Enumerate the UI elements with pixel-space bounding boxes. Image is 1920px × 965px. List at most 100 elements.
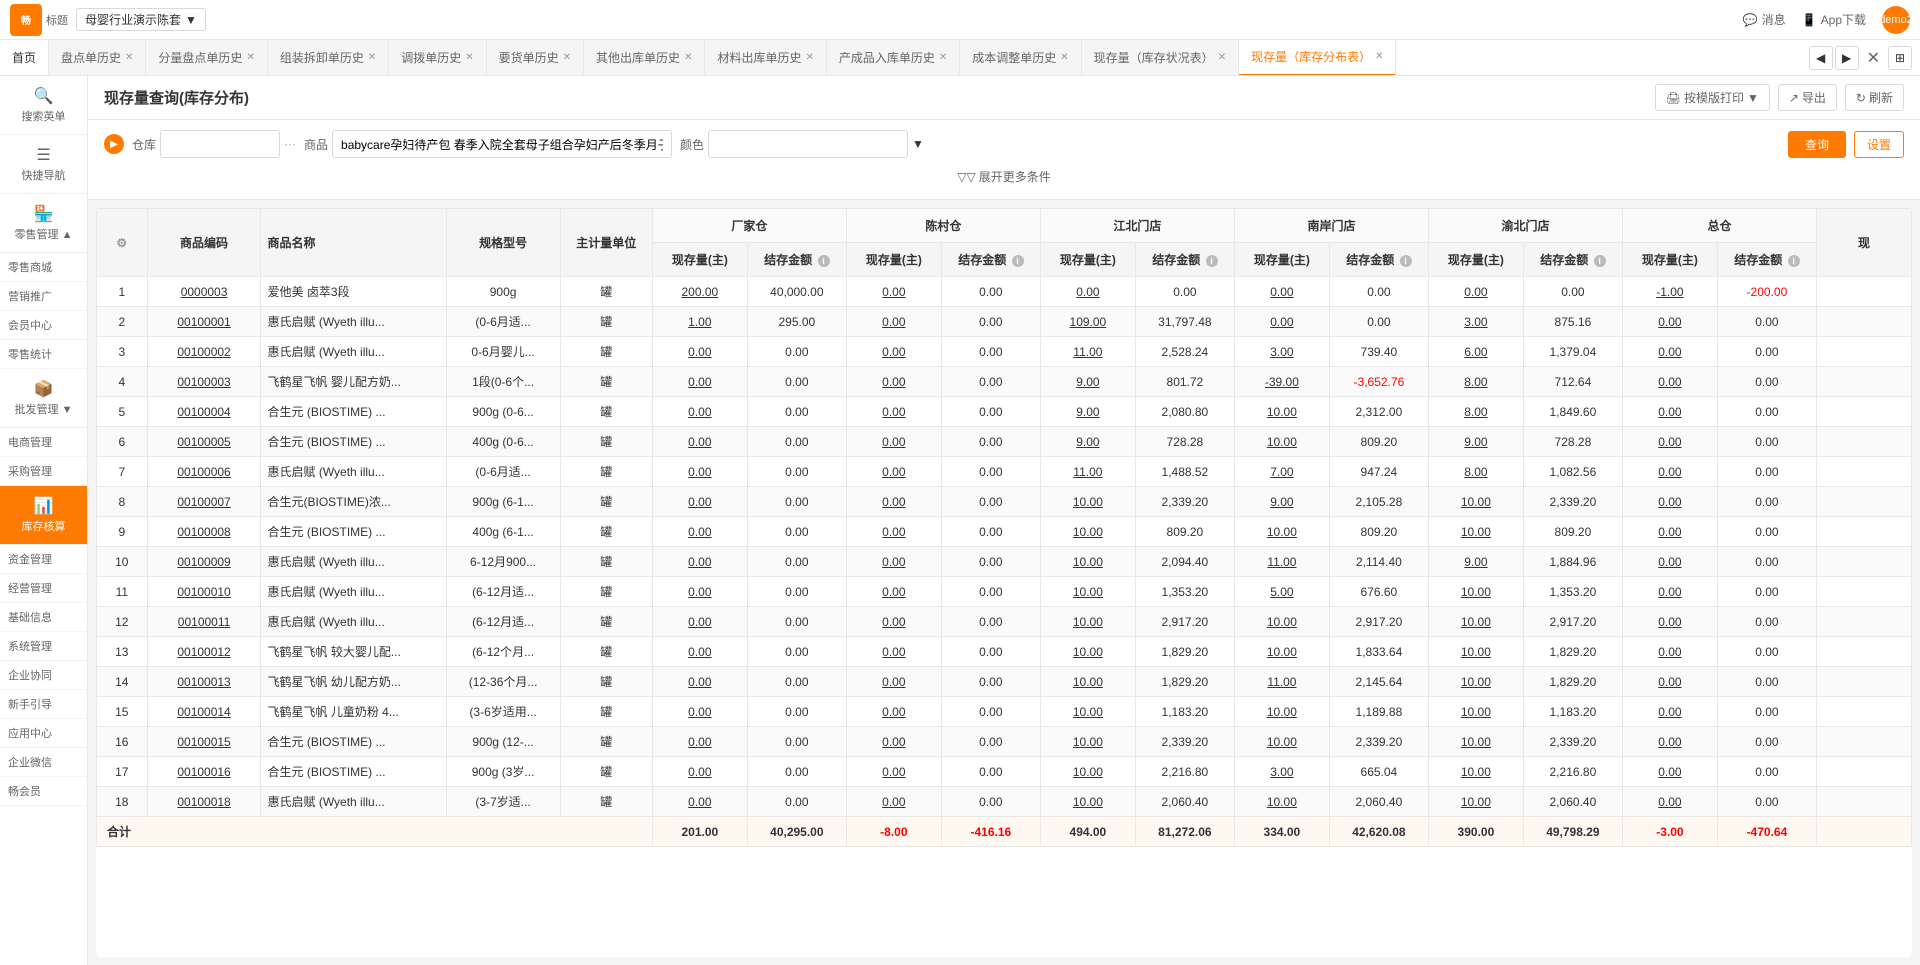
code-link[interactable]: 00100015 bbox=[177, 735, 230, 749]
tab-product-in[interactable]: 产成品入库单历史 ✕ bbox=[827, 40, 960, 76]
code-link[interactable]: 00100010 bbox=[177, 585, 230, 599]
refresh-btn[interactable]: ↻ 刷新 bbox=[1845, 84, 1904, 111]
cell-j-amount: 801.72 bbox=[1135, 367, 1234, 397]
settings-icon[interactable]: ⚙ bbox=[116, 236, 127, 250]
code-link[interactable]: 00100002 bbox=[177, 345, 230, 359]
code-link[interactable]: 00100004 bbox=[177, 405, 230, 419]
code-link[interactable]: 00100001 bbox=[177, 315, 230, 329]
sidebar-sub-basic[interactable]: 基础信息 bbox=[0, 603, 87, 632]
tab-material-out[interactable]: 材料出库单历史 ✕ bbox=[705, 40, 826, 76]
info-icon[interactable]: i bbox=[1012, 255, 1024, 267]
toggle-arrow-btn[interactable]: ▶ bbox=[104, 134, 124, 154]
info-icon[interactable]: i bbox=[1788, 255, 1800, 267]
expand-conditions-btn[interactable]: ▽▽ 展开更多条件 bbox=[949, 164, 1058, 189]
tab-close-icon[interactable]: ✕ bbox=[1375, 51, 1383, 62]
tab-close-icon[interactable]: ✕ bbox=[684, 52, 692, 63]
sidebar-sub-apps[interactable]: 应用中心 bbox=[0, 719, 87, 748]
info-icon[interactable]: i bbox=[1594, 255, 1606, 267]
cell-unit: 罐 bbox=[560, 667, 652, 697]
warehouse-dots[interactable]: ··· bbox=[284, 137, 296, 151]
tab-sub-count[interactable]: 分量盘点单历史 ✕ bbox=[146, 40, 267, 76]
tab-assembly[interactable]: 组装拆卸单历史 ✕ bbox=[268, 40, 389, 76]
org-selector[interactable]: 母婴行业演示陈套 ▼ bbox=[76, 8, 206, 31]
sidebar-item-retail[interactable]: 🏪 零售管理 ▲ bbox=[0, 194, 87, 253]
code-link[interactable]: 00100018 bbox=[177, 795, 230, 809]
cell-n-amount: 0.00 bbox=[1329, 307, 1428, 337]
tab-close-icon[interactable]: ✕ bbox=[563, 52, 571, 63]
tab-cost-adjust[interactable]: 成本调整单历史 ✕ bbox=[960, 40, 1081, 76]
sidebar-item-inventory[interactable]: 📊 库存核算 bbox=[0, 486, 87, 545]
sidebar-sub-mall[interactable]: 零售商城 bbox=[0, 253, 87, 282]
cell-code: 00100005 bbox=[147, 427, 261, 457]
settings-btn[interactable]: 设置 bbox=[1854, 131, 1904, 158]
tab-expand-btn[interactable]: ⊞ bbox=[1888, 46, 1912, 70]
tab-close-icon[interactable]: ✕ bbox=[246, 52, 254, 63]
sidebar-item-nav[interactable]: ☰ 快捷导航 bbox=[0, 135, 87, 194]
app-download-action[interactable]: 📱 App下载 bbox=[1802, 11, 1866, 28]
tab-home[interactable]: 首页 bbox=[0, 40, 49, 76]
export-btn[interactable]: ↗ 导出 bbox=[1778, 84, 1837, 111]
tab-close-icon[interactable]: ✕ bbox=[1060, 52, 1068, 63]
tab-stock-status[interactable]: 现存量（库存状况表） ✕ bbox=[1082, 40, 1239, 76]
message-action[interactable]: 💬 消息 bbox=[1743, 11, 1786, 28]
goods-input[interactable] bbox=[332, 130, 672, 158]
sidebar-sub-stats[interactable]: 零售统计 bbox=[0, 340, 87, 369]
sidebar-sub-marketing[interactable]: 营销推广 bbox=[0, 282, 87, 311]
cell-f-amount: 0.00 bbox=[747, 427, 846, 457]
code-link[interactable]: 00100013 bbox=[177, 675, 230, 689]
code-link[interactable]: 00100007 bbox=[177, 495, 230, 509]
info-icon[interactable]: i bbox=[818, 255, 830, 267]
code-link[interactable]: 0000003 bbox=[181, 285, 228, 299]
code-link[interactable]: 00100011 bbox=[178, 615, 231, 629]
avatar[interactable]: demo2 bbox=[1882, 6, 1910, 34]
sidebar-item-wholesale[interactable]: 📦 批发管理 ▼ bbox=[0, 369, 87, 428]
tab-next-btn[interactable]: ▶ bbox=[1835, 46, 1859, 70]
tab-transfer[interactable]: 调拨单历史 ✕ bbox=[389, 40, 486, 76]
tab-close-icon[interactable]: ✕ bbox=[1218, 52, 1226, 63]
sidebar-item-search[interactable]: 🔍 搜索英单 bbox=[0, 76, 87, 135]
sidebar-sub-guide[interactable]: 新手引导 bbox=[0, 690, 87, 719]
info-icon[interactable]: i bbox=[1400, 255, 1412, 267]
cell-code: 00100011 bbox=[147, 607, 261, 637]
color-input[interactable] bbox=[708, 130, 908, 158]
info-icon[interactable]: i bbox=[1206, 255, 1218, 267]
sidebar-sub-collab[interactable]: 企业协同 bbox=[0, 661, 87, 690]
sidebar-sub-operation[interactable]: 经营管理 bbox=[0, 574, 87, 603]
sidebar-sub-wechat[interactable]: 企业微信 bbox=[0, 748, 87, 777]
cell-extra bbox=[1816, 517, 1911, 547]
cell-f-amount: 0.00 bbox=[747, 577, 846, 607]
query-btn[interactable]: 查询 bbox=[1788, 131, 1846, 158]
tab-close-icon[interactable]: ✕ bbox=[125, 52, 133, 63]
cell-c-stock: 0.00 bbox=[846, 607, 941, 637]
print-btn[interactable]: 🖨 按模版打印 ▼ bbox=[1655, 84, 1770, 111]
cell-t-stock: 0.00 bbox=[1622, 427, 1717, 457]
tab-close-icon[interactable]: ✕ bbox=[465, 52, 473, 63]
tab-inventory-count[interactable]: 盘点单历史 ✕ bbox=[49, 40, 146, 76]
code-link[interactable]: 00100003 bbox=[177, 375, 230, 389]
sidebar-sub-member2[interactable]: 畅会员 bbox=[0, 777, 87, 806]
code-link[interactable]: 00100006 bbox=[177, 465, 230, 479]
tab-close-icon[interactable]: ✕ bbox=[805, 52, 813, 63]
cell-j-stock: 10.00 bbox=[1040, 787, 1135, 817]
sidebar-sub-ecommerce[interactable]: 电商管理 bbox=[0, 428, 87, 457]
code-link[interactable]: 00100009 bbox=[177, 555, 230, 569]
tab-close-all-btn[interactable]: ✕ bbox=[1861, 48, 1886, 68]
sidebar-sub-finance[interactable]: 资金管理 bbox=[0, 545, 87, 574]
code-link[interactable]: 00100008 bbox=[177, 525, 230, 539]
sidebar-sub-member[interactable]: 会员中心 bbox=[0, 311, 87, 340]
sidebar-sub-purchase[interactable]: 采购管理 bbox=[0, 457, 87, 486]
tab-close-icon[interactable]: ✕ bbox=[368, 52, 376, 63]
warehouse-input[interactable] bbox=[160, 130, 280, 158]
tab-close-icon[interactable]: ✕ bbox=[939, 52, 947, 63]
tab-stock-dist[interactable]: 现存量（库存分布表） ✕ bbox=[1239, 40, 1396, 76]
code-link[interactable]: 00100014 bbox=[177, 705, 230, 719]
sidebar-sub-system[interactable]: 系统管理 bbox=[0, 632, 87, 661]
tab-requisition[interactable]: 要货单历史 ✕ bbox=[487, 40, 584, 76]
cell-name: 惠氏启赋 (Wyeth illu... bbox=[261, 787, 446, 817]
tab-prev-btn[interactable]: ◀ bbox=[1809, 46, 1833, 70]
tab-other-out[interactable]: 其他出库单历史 ✕ bbox=[584, 40, 705, 76]
cell-j-amount: 2,528.24 bbox=[1135, 337, 1234, 367]
code-link[interactable]: 00100016 bbox=[177, 765, 230, 779]
code-link[interactable]: 00100012 bbox=[177, 645, 230, 659]
code-link[interactable]: 00100005 bbox=[177, 435, 230, 449]
